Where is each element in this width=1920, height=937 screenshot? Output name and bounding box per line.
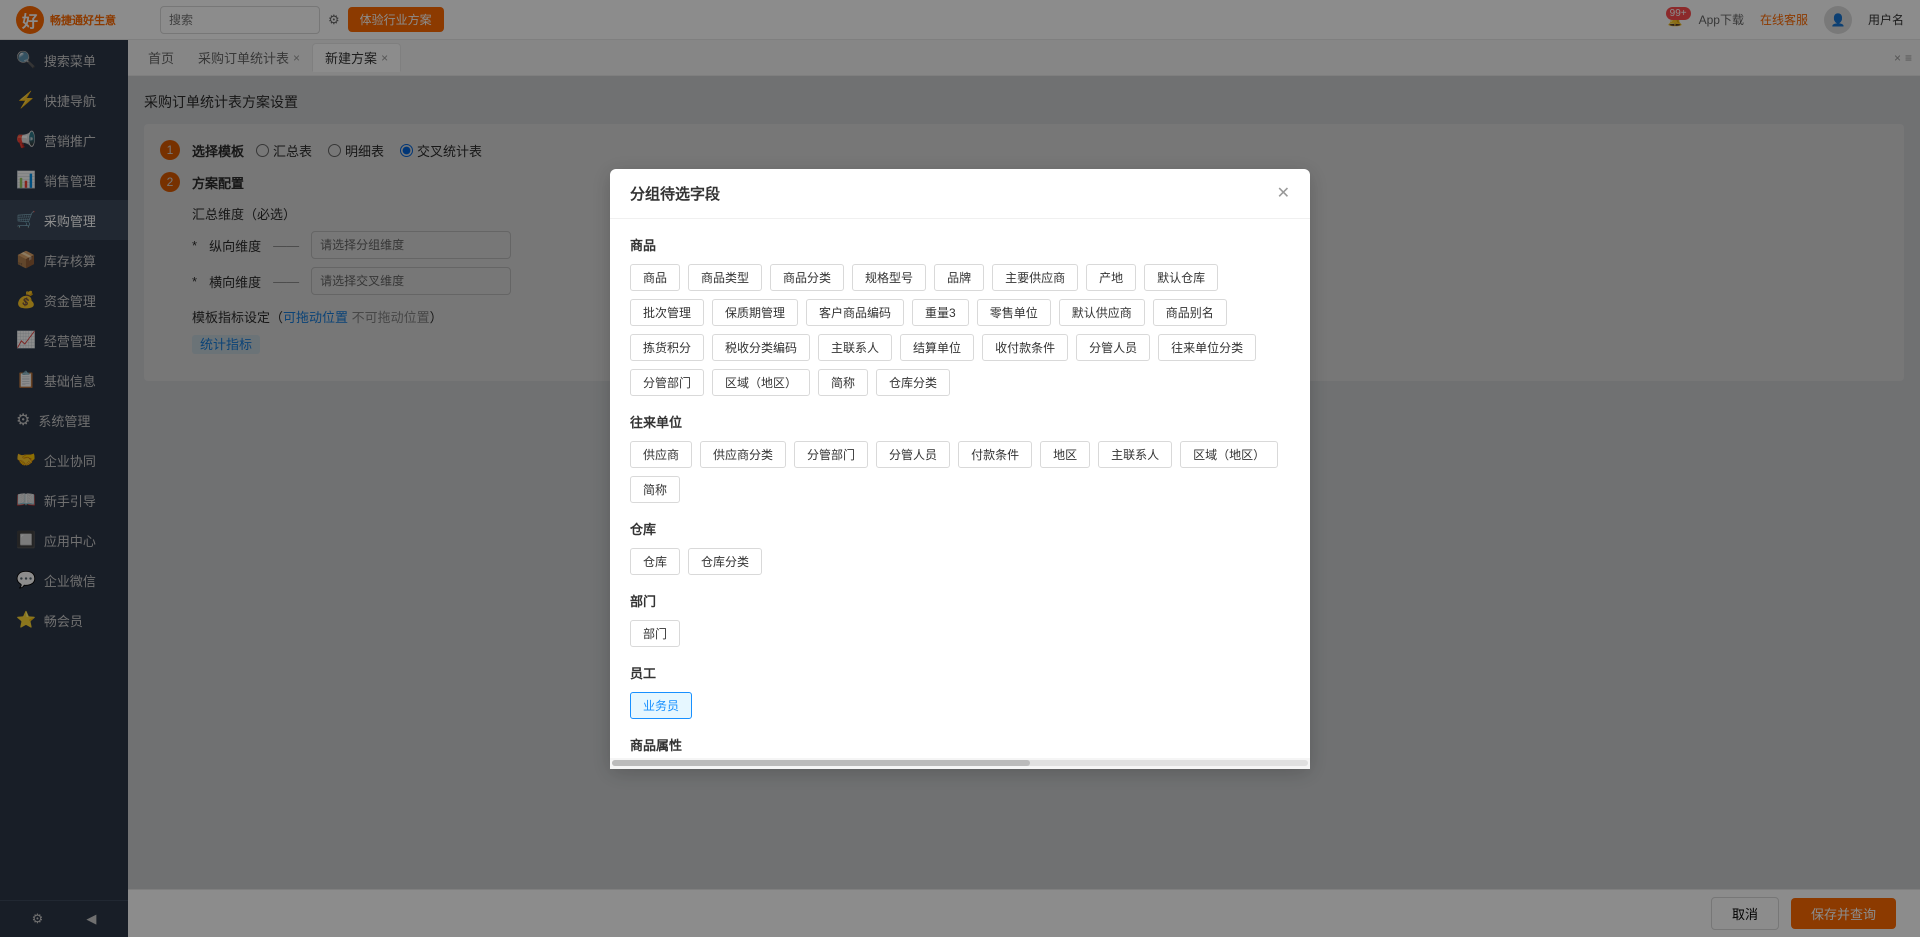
field-tag[interactable]: 默认仓库 bbox=[1144, 264, 1218, 291]
field-grid-partner: 供应商 供应商分类 分管部门 分管人员 付款条件 地区 主联系人 区域（地区） … bbox=[630, 441, 1290, 503]
field-tag[interactable]: 供应商 bbox=[630, 441, 692, 468]
field-tag[interactable]: 批次管理 bbox=[630, 299, 704, 326]
field-tag[interactable]: 零售单位 bbox=[977, 299, 1051, 326]
field-tag[interactable]: 地区 bbox=[1040, 441, 1090, 468]
field-tag[interactable]: 客户商品编码 bbox=[806, 299, 904, 326]
section-title-partner: 往来单位 bbox=[630, 412, 1290, 431]
modal-overlay: 分组待选字段 ✕ 商品 商品 商品类型 商品分类 规格型号 品牌 主要供应商 产… bbox=[0, 0, 1920, 937]
field-tag[interactable]: 区域（地区） bbox=[712, 369, 810, 396]
modal-close-button[interactable]: ✕ bbox=[1277, 183, 1290, 203]
modal-header: 分组待选字段 ✕ bbox=[610, 169, 1310, 219]
field-tag[interactable]: 主要供应商 bbox=[992, 264, 1078, 291]
field-tag[interactable]: 供应商分类 bbox=[700, 441, 786, 468]
field-tag[interactable]: 产地 bbox=[1086, 264, 1136, 291]
field-tag[interactable]: 收付款条件 bbox=[982, 334, 1068, 361]
section-title-attrs: 商品属性 bbox=[630, 735, 1290, 754]
field-tag[interactable]: 分管部门 bbox=[794, 441, 868, 468]
field-tag[interactable]: 分管人员 bbox=[876, 441, 950, 468]
field-grid-dept: 部门 bbox=[630, 620, 1290, 647]
field-tag-business[interactable]: 业务员 bbox=[630, 692, 692, 719]
scrollbar-track bbox=[612, 760, 1308, 766]
field-tag[interactable]: 仓库 bbox=[630, 548, 680, 575]
modal-scrollbar[interactable] bbox=[610, 758, 1310, 768]
section-title-goods: 商品 bbox=[630, 235, 1290, 254]
section-title-warehouse: 仓库 bbox=[630, 519, 1290, 538]
field-tag[interactable]: 仓库分类 bbox=[876, 369, 950, 396]
field-tag[interactable]: 拣货积分 bbox=[630, 334, 704, 361]
field-selection-modal: 分组待选字段 ✕ 商品 商品 商品类型 商品分类 规格型号 品牌 主要供应商 产… bbox=[610, 169, 1310, 769]
field-tag[interactable]: 商品类型 bbox=[688, 264, 762, 291]
modal-body: 商品 商品 商品类型 商品分类 规格型号 品牌 主要供应商 产地 默认仓库 批次… bbox=[610, 219, 1310, 759]
section-title-staff: 员工 bbox=[630, 663, 1290, 682]
field-tag[interactable]: 品牌 bbox=[934, 264, 984, 291]
field-tag[interactable]: 付款条件 bbox=[958, 441, 1032, 468]
field-grid-warehouse: 仓库 仓库分类 bbox=[630, 548, 1290, 575]
field-tag[interactable]: 往来单位分类 bbox=[1158, 334, 1256, 361]
section-title-dept: 部门 bbox=[630, 591, 1290, 610]
field-tag[interactable]: 主联系人 bbox=[1098, 441, 1172, 468]
field-grid-staff: 业务员 bbox=[630, 692, 1290, 719]
field-tag[interactable]: 简称 bbox=[630, 476, 680, 503]
field-tag[interactable]: 结算单位 bbox=[900, 334, 974, 361]
modal-title: 分组待选字段 bbox=[630, 183, 720, 204]
field-tag[interactable]: 简称 bbox=[818, 369, 868, 396]
field-tag[interactable]: 税收分类编码 bbox=[712, 334, 810, 361]
field-tag[interactable]: 规格型号 bbox=[852, 264, 926, 291]
field-tag[interactable]: 主联系人 bbox=[818, 334, 892, 361]
field-tag[interactable]: 商品 bbox=[630, 264, 680, 291]
field-tag[interactable]: 区域（地区） bbox=[1180, 441, 1278, 468]
field-tag[interactable]: 保质期管理 bbox=[712, 299, 798, 326]
field-tag[interactable]: 商品分类 bbox=[770, 264, 844, 291]
field-tag[interactable]: 重量3 bbox=[912, 299, 969, 326]
field-tag[interactable]: 商品别名 bbox=[1153, 299, 1227, 326]
field-tag[interactable]: 仓库分类 bbox=[688, 548, 762, 575]
field-tag[interactable]: 分管人员 bbox=[1076, 334, 1150, 361]
field-tag[interactable]: 默认供应商 bbox=[1059, 299, 1145, 326]
scrollbar-thumb bbox=[612, 760, 1030, 766]
field-tag[interactable]: 分管部门 bbox=[630, 369, 704, 396]
field-tag[interactable]: 部门 bbox=[630, 620, 680, 647]
field-grid-goods: 商品 商品类型 商品分类 规格型号 品牌 主要供应商 产地 默认仓库 批次管理 … bbox=[630, 264, 1290, 396]
